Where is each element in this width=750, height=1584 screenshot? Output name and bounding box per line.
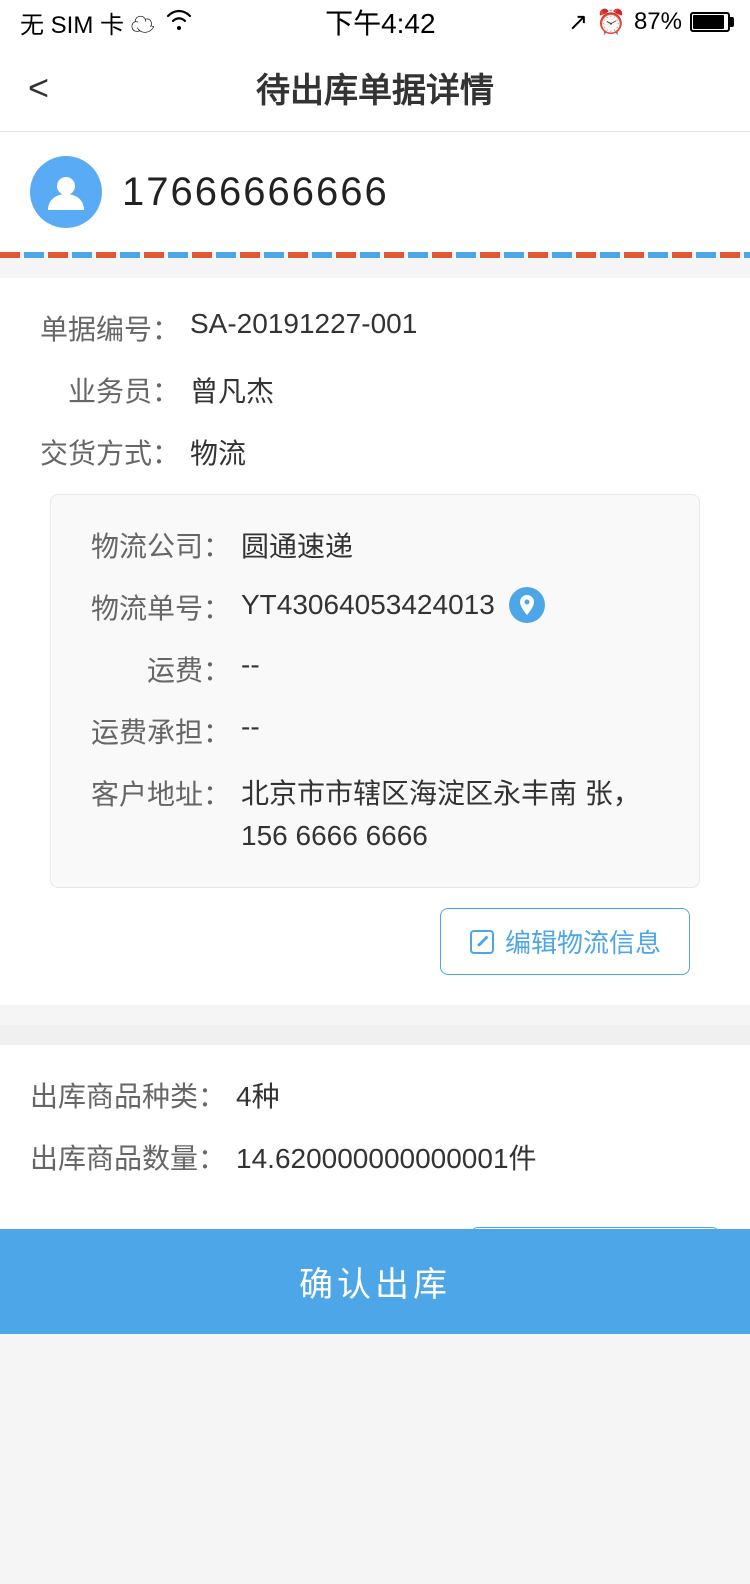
- customer-phone: 17666666666: [122, 170, 389, 215]
- edit-logistics-btn-wrap: 编辑物流信息: [30, 888, 720, 975]
- address-row: 客户地址： 北京市市辖区海淀区永丰南 张，156 6666 6666: [81, 773, 669, 857]
- customer-header: 17666666666: [0, 132, 750, 252]
- nav-bar: < 待出库单据详情: [0, 44, 750, 132]
- edit-logistics-label: 编辑物流信息: [505, 923, 661, 960]
- order-no-label: 单据编号：: [30, 308, 190, 348]
- order-no-row: 单据编号： SA-20191227-001: [30, 308, 720, 348]
- freight-value: --: [241, 649, 669, 681]
- salesman-label: 业务员：: [30, 370, 190, 410]
- freight-bearer-value: --: [241, 711, 669, 743]
- freight-bearer-row: 运费承担： --: [81, 711, 669, 751]
- logistics-company-value: 圆通速递: [241, 525, 669, 565]
- confirm-btn-wrap[interactable]: 确认出库: [0, 1229, 750, 1334]
- avatar: [30, 156, 102, 228]
- status-bar-left: 无 SIM 卡 ☁: [20, 5, 193, 40]
- goods-type-label: 出库商品种类：: [30, 1075, 236, 1115]
- logistics-section: 物流公司： 圆通速递 物流单号： YT43064053424013 运费： --…: [50, 494, 700, 888]
- address-label: 客户地址：: [81, 773, 241, 813]
- wifi-icon: [165, 8, 193, 37]
- back-button[interactable]: <: [28, 67, 49, 109]
- goods-quantity-label: 出库商品数量：: [30, 1137, 236, 1177]
- tracking-no-value: YT43064053424013: [241, 587, 669, 623]
- alarm-icon: ⏰: [596, 8, 626, 37]
- battery-icon: [690, 12, 730, 32]
- salesman-row: 业务员： 曾凡杰: [30, 370, 720, 410]
- goods-type-value: 4种: [236, 1075, 720, 1115]
- status-bar: 无 SIM 卡 ☁ 下午4:42 ↗ ⏰ 87%: [0, 0, 750, 44]
- confirm-outbound-button[interactable]: 确认出库: [299, 1257, 451, 1306]
- tracking-location-icon[interactable]: [509, 587, 545, 623]
- salesman-value: 曾凡杰: [190, 370, 720, 410]
- tracking-no-row: 物流单号： YT43064053424013: [81, 587, 669, 627]
- goods-section: 出库商品种类： 4种 出库商品数量： 14.620000000000001件: [0, 1045, 750, 1207]
- address-value: 北京市市辖区海淀区永丰南 张，156 6666 6666: [241, 773, 669, 857]
- delivery-row: 交货方式： 物流: [30, 432, 720, 472]
- delivery-label: 交货方式：: [30, 432, 190, 472]
- empty-area: [0, 1324, 750, 1584]
- status-bar-time: 下午4:42: [325, 2, 436, 42]
- basic-info-section: 单据编号： SA-20191227-001 业务员： 曾凡杰 交货方式： 物流 …: [0, 278, 750, 1005]
- delivery-value: 物流: [190, 432, 720, 472]
- page-title: 待出库单据详情: [256, 63, 494, 112]
- goods-quantity-row: 出库商品数量： 14.620000000000001件: [30, 1137, 720, 1177]
- logistics-company-label: 物流公司：: [81, 525, 241, 565]
- freight-row: 运费： --: [81, 649, 669, 689]
- edit-icon: [469, 929, 495, 955]
- edit-logistics-button[interactable]: 编辑物流信息: [440, 908, 690, 975]
- tracking-no-label: 物流单号：: [81, 587, 241, 627]
- dashed-divider: [0, 252, 750, 258]
- goods-quantity-value: 14.620000000000001件: [236, 1137, 720, 1177]
- freight-bearer-label: 运费承担：: [81, 711, 241, 751]
- order-no-value: SA-20191227-001: [190, 308, 720, 340]
- freight-label: 运费：: [81, 649, 241, 689]
- section-divider: [0, 1025, 750, 1045]
- sim-status: 无 SIM 卡 ☁: [20, 5, 155, 40]
- status-bar-right: ↗ ⏰ 87%: [568, 8, 730, 37]
- battery-text: 87%: [634, 8, 682, 36]
- goods-type-row: 出库商品种类： 4种: [30, 1075, 720, 1115]
- location-arrow-icon: ↗: [568, 8, 588, 37]
- logistics-company-row: 物流公司： 圆通速递: [81, 525, 669, 565]
